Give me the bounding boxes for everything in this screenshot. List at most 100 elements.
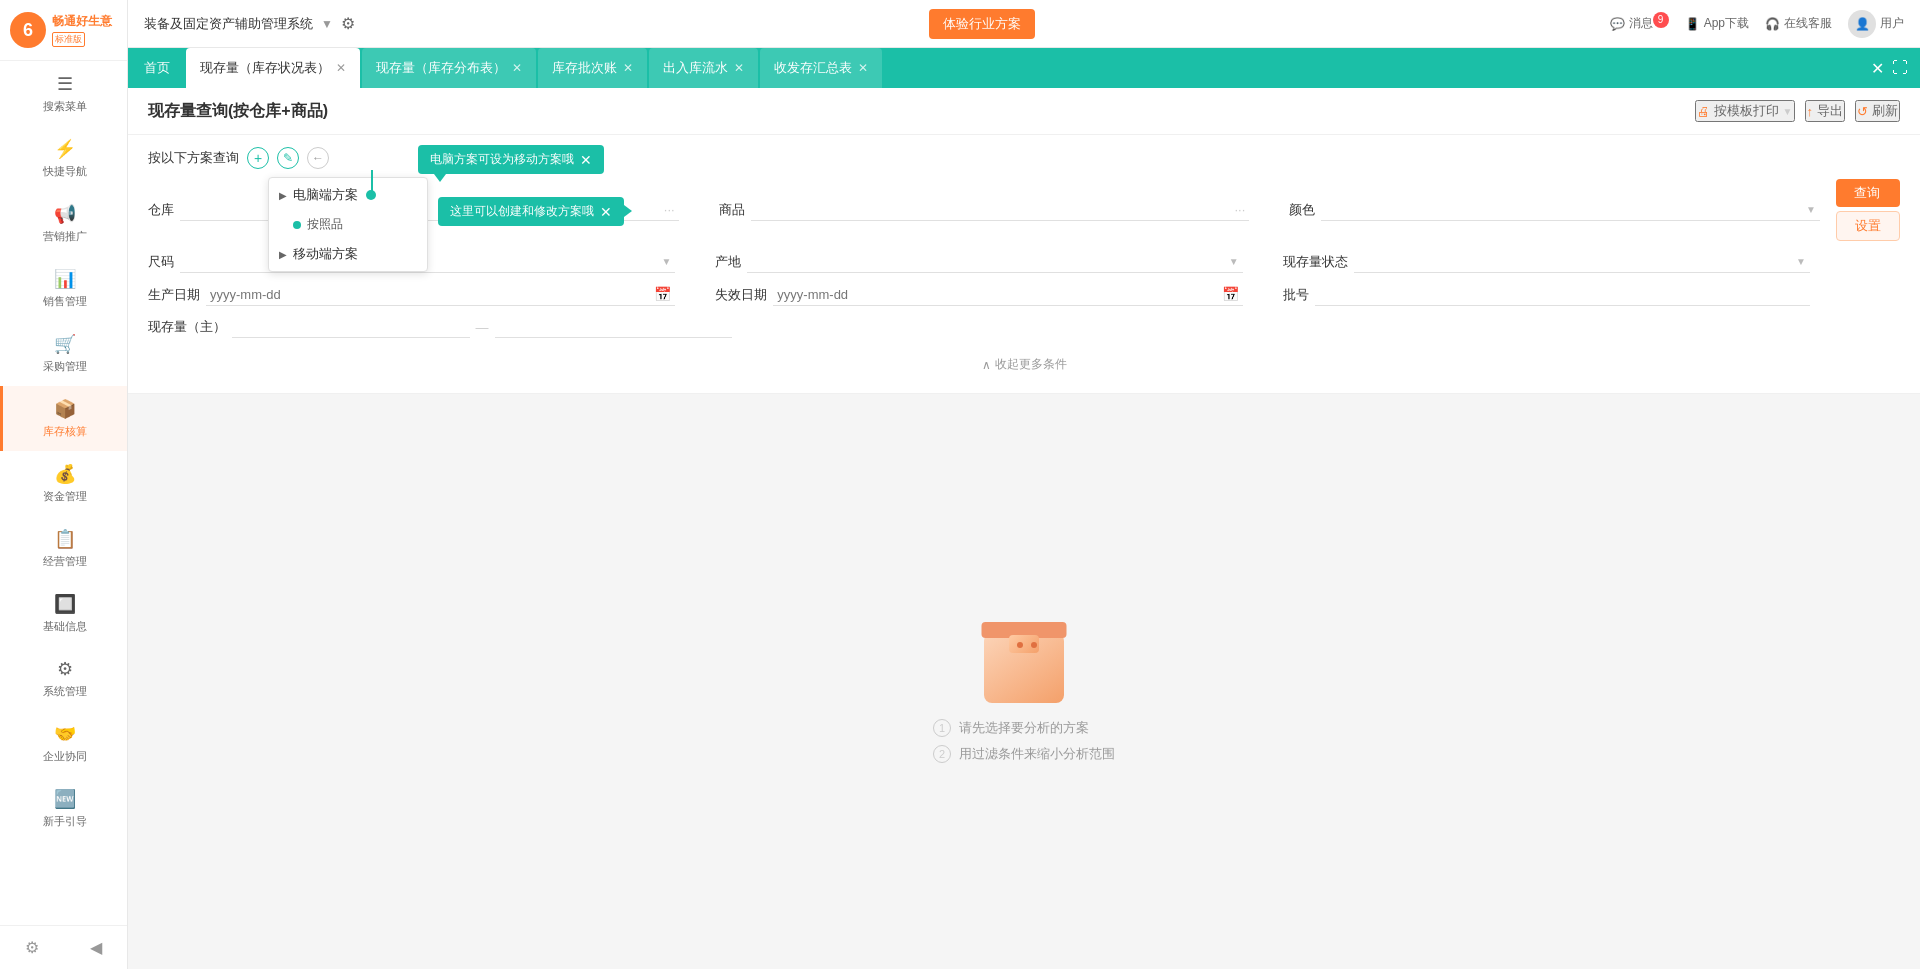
- support-action[interactable]: 🎧 在线客服: [1765, 15, 1832, 32]
- app-download-action[interactable]: 📱 App下载: [1685, 15, 1749, 32]
- tab-home[interactable]: 首页: [128, 48, 186, 88]
- tab-collect-send-close[interactable]: ✕: [858, 62, 868, 74]
- trial-button[interactable]: 体验行业方案: [929, 9, 1035, 39]
- prod-date-wrapper[interactable]: 📅: [206, 283, 675, 306]
- refresh-button[interactable]: ↺ 刷新: [1855, 100, 1900, 122]
- sales-icon: 📊: [54, 268, 76, 290]
- tooltip-create-scheme: 这里可以创建和修改方案哦 ✕: [438, 197, 624, 226]
- prod-date-input[interactable]: [210, 287, 654, 302]
- tab-inventory-dist[interactable]: 现存量（库存分布表） ✕: [362, 48, 536, 88]
- header-right: 💬 消息 9 📱 App下载 🎧 在线客服 👤 用户: [1610, 10, 1904, 38]
- stock-status-select-wrapper[interactable]: ▼: [1354, 251, 1810, 273]
- tab-batch-account-close[interactable]: ✕: [623, 62, 633, 74]
- sidebar-item-search[interactable]: ☰ 搜索菜单: [0, 61, 127, 126]
- batch-input-wrapper[interactable]: [1315, 284, 1810, 306]
- collapse-more-btn[interactable]: ∧ 收起更多条件: [148, 348, 1900, 381]
- sidebar-item-sales[interactable]: 📊 销售管理: [0, 256, 127, 321]
- expire-date-calendar-icon[interactable]: 📅: [1222, 286, 1239, 302]
- expire-date-label: 失效日期: [715, 286, 767, 304]
- app-download-label: App下载: [1704, 15, 1749, 32]
- filter-row-4: 现存量（主） —: [148, 316, 1900, 338]
- message-action[interactable]: 💬 消息 9: [1610, 15, 1669, 32]
- scheme-mobile[interactable]: ▶ 移动端方案: [269, 237, 427, 271]
- tab-batch-account[interactable]: 库存批次账 ✕: [538, 48, 647, 88]
- refresh-icon: ↺: [1857, 104, 1868, 119]
- empty-box-eye-l: [1017, 642, 1023, 648]
- tab-maximize-icon[interactable]: ⛶: [1892, 59, 1908, 77]
- origin-input[interactable]: [751, 254, 1228, 269]
- tab-close-all-icon[interactable]: ✕: [1871, 59, 1884, 78]
- sidebar-item-system[interactable]: ⚙ 系统管理: [0, 646, 127, 711]
- message-label: 消息: [1629, 15, 1653, 32]
- print-button[interactable]: 🖨 按模板打印 ▼: [1695, 100, 1795, 122]
- tab-inventory-dist-close[interactable]: ✕: [512, 62, 522, 74]
- sidebar-item-inventory[interactable]: 📦 库存核算: [0, 386, 127, 451]
- page-header: 现存量查询(按仓库+商品) 🖨 按模板打印 ▼ ↑ 导出 ↺ 刷新: [128, 88, 1920, 135]
- print-dropdown-icon: ▼: [1783, 106, 1793, 117]
- filter-area: 按以下方案查询 + ✎ ← 电脑方案可设为移动方案哦 ✕ ▶ 电脑端方案 按照: [128, 135, 1920, 394]
- sidebar-item-collab[interactable]: 🤝 企业协同: [0, 711, 127, 776]
- origin-select-wrapper[interactable]: ▼: [747, 251, 1242, 273]
- content-area: 现存量查询(按仓库+商品) 🖨 按模板打印 ▼ ↑ 导出 ↺ 刷新: [128, 88, 1920, 969]
- scheme-desktop-label: 电脑端方案: [293, 186, 358, 204]
- search-button[interactable]: 查询: [1836, 179, 1900, 207]
- prod-date-label: 生产日期: [148, 286, 200, 304]
- header-settings-icon[interactable]: ⚙: [341, 14, 355, 33]
- settings-footer-icon[interactable]: ⚙: [25, 938, 39, 957]
- goods-input[interactable]: [755, 202, 1235, 217]
- tab-collect-send[interactable]: 收发存汇总表 ✕: [760, 48, 882, 88]
- sidebar-item-marketing[interactable]: 📢 营销推广: [0, 191, 127, 256]
- export-button[interactable]: ↑ 导出: [1805, 100, 1846, 122]
- avatar: 👤: [1848, 10, 1876, 38]
- tab-inventory-status[interactable]: 现存量（库存状况表） ✕: [186, 48, 360, 88]
- sidebar: 6 畅通好生意 标准版 ☰ 搜索菜单 ⚡ 快捷导航 📢 营销推广 📊 销售管理 …: [0, 0, 128, 969]
- scheme-desktop[interactable]: ▶ 电脑端方案: [269, 178, 427, 212]
- filter-back-button[interactable]: ←: [307, 147, 329, 169]
- sidebar-item-guide[interactable]: 🆕 新手引导: [0, 776, 127, 841]
- stock-min-input[interactable]: [232, 316, 470, 338]
- tab-in-out-flow-close[interactable]: ✕: [734, 62, 744, 74]
- basic-icon: 🔲: [54, 593, 76, 615]
- prod-date-calendar-icon[interactable]: 📅: [654, 286, 671, 302]
- scheme-sub-desktop[interactable]: 按照品: [269, 212, 427, 237]
- reset-button[interactable]: 设置: [1836, 211, 1900, 241]
- color-input[interactable]: [1325, 202, 1806, 217]
- batch-label: 批号: [1283, 286, 1309, 304]
- sidebar-label-system: 系统管理: [43, 684, 87, 699]
- filter-field-batch: 批号: [1283, 284, 1810, 306]
- color-select-wrapper[interactable]: ▼: [1321, 199, 1820, 221]
- sidebar-item-basic[interactable]: 🔲 基础信息: [0, 581, 127, 646]
- sidebar-item-operations[interactable]: 📋 经营管理: [0, 516, 127, 581]
- tab-batch-account-label: 库存批次账: [552, 59, 617, 77]
- connector-line: [371, 170, 373, 192]
- user-label: 用户: [1880, 15, 1904, 32]
- tooltip-create-scheme-close[interactable]: ✕: [600, 204, 612, 220]
- tab-in-out-flow-label: 出入库流水: [663, 59, 728, 77]
- sidebar-item-purchase[interactable]: 🛒 采购管理: [0, 321, 127, 386]
- filter-add-button[interactable]: +: [247, 147, 269, 169]
- sidebar-label-quicknav: 快捷导航: [43, 164, 87, 179]
- headset-icon: 🎧: [1765, 17, 1780, 31]
- stock-max-input[interactable]: [495, 316, 733, 338]
- empty-state: 1 请先选择要分析的方案 2 用过滤条件来缩小分析范围: [128, 394, 1920, 969]
- expire-date-input[interactable]: [777, 287, 1221, 302]
- stock-status-input[interactable]: [1358, 254, 1796, 269]
- print-icon: 🖨: [1697, 104, 1710, 119]
- sidebar-item-finance[interactable]: 💰 资金管理: [0, 451, 127, 516]
- marketing-icon: 📢: [54, 203, 76, 225]
- tab-in-out-flow[interactable]: 出入库流水 ✕: [649, 48, 758, 88]
- user-action[interactable]: 👤 用户: [1848, 10, 1904, 38]
- empty-steps: 1 请先选择要分析的方案 2 用过滤条件来缩小分析范围: [933, 719, 1115, 771]
- system-dropdown-icon[interactable]: ▼: [321, 17, 333, 31]
- tab-bar: 首页 现存量（库存状况表） ✕ 现存量（库存分布表） ✕ 库存批次账 ✕ 出入库…: [128, 48, 1920, 88]
- tab-inventory-status-close[interactable]: ✕: [336, 62, 346, 74]
- tooltip-scheme-mobile-close[interactable]: ✕: [580, 152, 592, 168]
- purchase-icon: 🛒: [54, 333, 76, 355]
- sidebar-item-quicknav[interactable]: ⚡ 快捷导航: [0, 126, 127, 191]
- collapse-sidebar-icon[interactable]: ◀: [90, 938, 102, 957]
- sidebar-label-purchase: 采购管理: [43, 359, 87, 374]
- expire-date-wrapper[interactable]: 📅: [773, 283, 1242, 306]
- batch-input[interactable]: [1319, 287, 1806, 302]
- goods-input-wrapper[interactable]: ···: [751, 199, 1250, 221]
- filter-edit-button[interactable]: ✎: [277, 147, 299, 169]
